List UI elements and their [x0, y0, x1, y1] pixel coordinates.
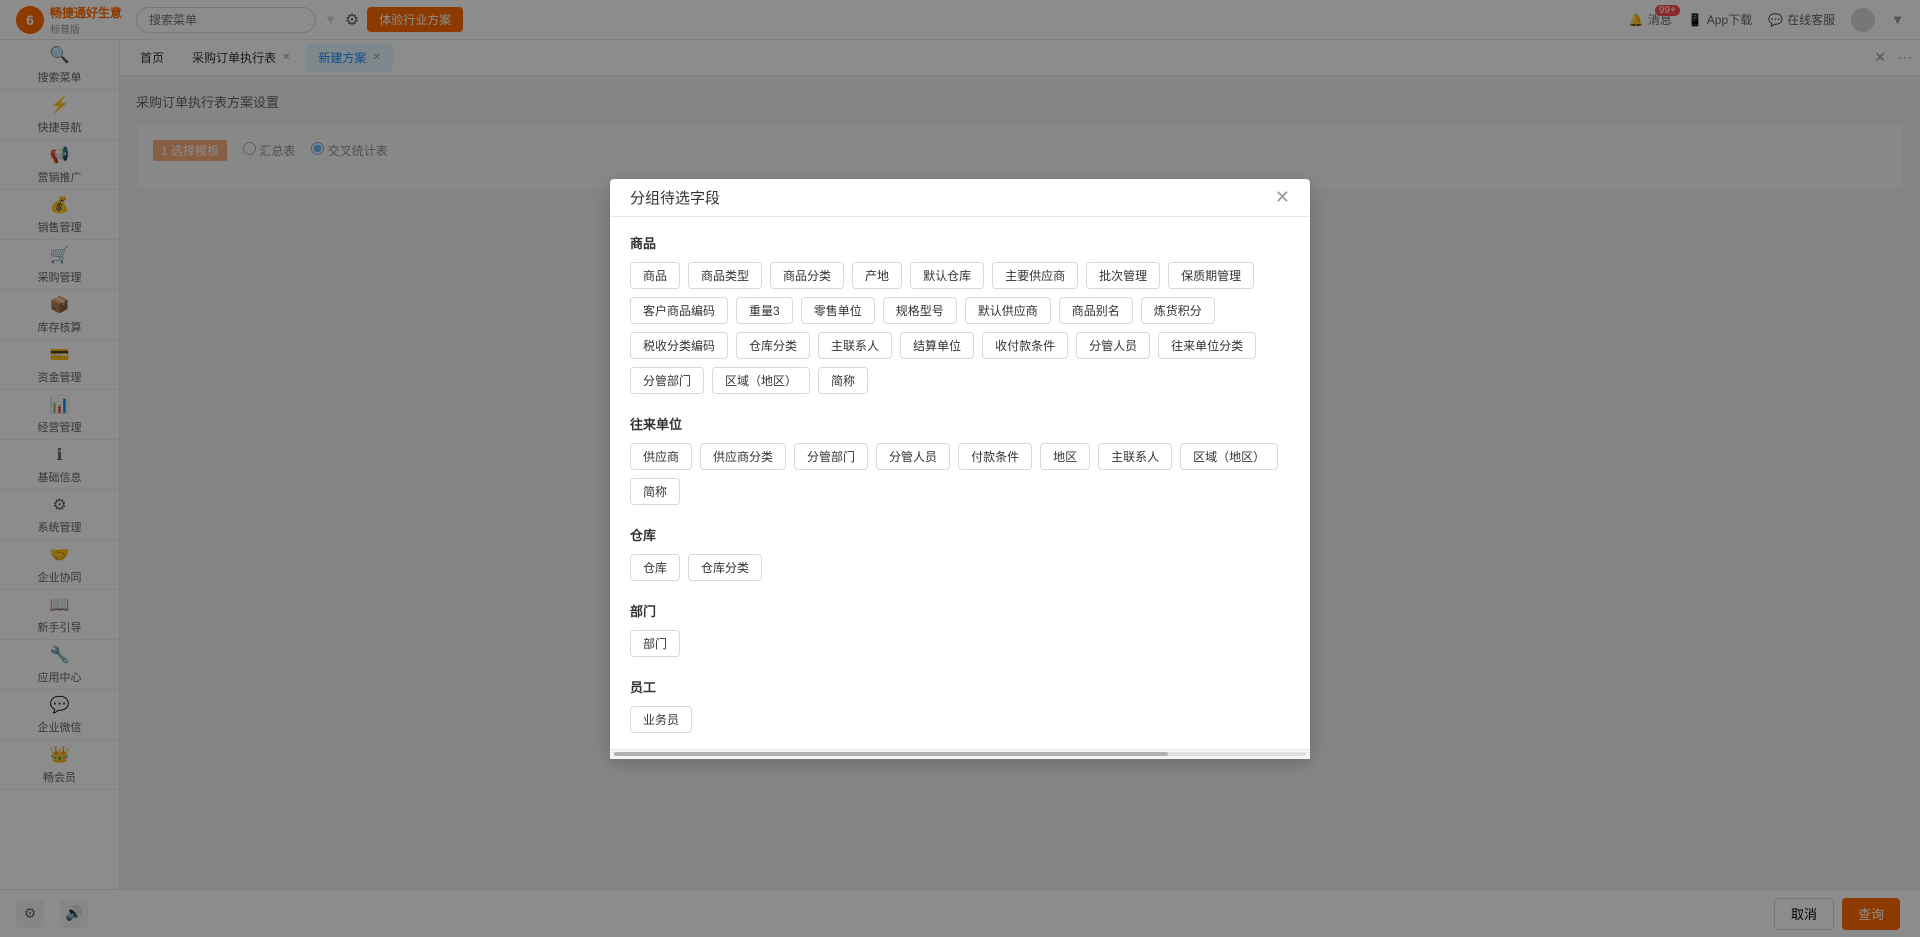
field-tags-employee: 业务员	[630, 706, 1290, 733]
field-tag-付款条件[interactable]: 付款条件	[958, 443, 1032, 470]
field-tag-产地[interactable]: 产地	[852, 262, 902, 289]
section-department: 部门部门	[630, 601, 1290, 657]
field-tag-地区[interactable]: 地区	[1040, 443, 1090, 470]
field-tag-区域（地区）[interactable]: 区域（地区）	[712, 367, 810, 394]
field-tag-税收分类编码[interactable]: 税收分类编码	[630, 332, 728, 359]
field-tag-简称[interactable]: 简称	[630, 478, 680, 505]
field-tag-仓库分类[interactable]: 仓库分类	[688, 554, 762, 581]
field-tag-主要供应商[interactable]: 主要供应商	[992, 262, 1078, 289]
field-tag-分管部门[interactable]: 分管部门	[794, 443, 868, 470]
field-tag-主联系人[interactable]: 主联系人	[818, 332, 892, 359]
field-tag-仓库[interactable]: 仓库	[630, 554, 680, 581]
field-tag-零售单位[interactable]: 零售单位	[801, 297, 875, 324]
modal-overlay: 分组待选字段 ✕ 商品商品商品类型商品分类产地默认仓库主要供应商批次管理保质期管…	[0, 0, 1920, 937]
modal-body[interactable]: 商品商品商品类型商品分类产地默认仓库主要供应商批次管理保质期管理客户商品编码重量…	[610, 217, 1310, 749]
field-tag-供应商分类[interactable]: 供应商分类	[700, 443, 786, 470]
field-tag-重量3[interactable]: 重量3	[736, 297, 793, 324]
field-tag-仓库分类[interactable]: 仓库分类	[736, 332, 810, 359]
modal-header: 分组待选字段 ✕	[610, 179, 1310, 217]
field-tag-炼货积分[interactable]: 炼货积分	[1141, 297, 1215, 324]
field-tag-往来单位分类[interactable]: 往来单位分类	[1158, 332, 1256, 359]
field-tags-partner: 供应商供应商分类分管部门分管人员付款条件地区主联系人区域（地区） 简称	[630, 443, 1290, 505]
section-title-partner: 往来单位	[630, 414, 1290, 433]
field-tag-客户商品编码[interactable]: 客户商品编码	[630, 297, 728, 324]
section-partner: 往来单位供应商供应商分类分管部门分管人员付款条件地区主联系人区域（地区） 简称	[630, 414, 1290, 505]
section-title-employee: 员工	[630, 677, 1290, 696]
field-tags-department: 部门	[630, 630, 1290, 657]
modal-title: 分组待选字段	[630, 187, 720, 208]
field-tag-默认供应商[interactable]: 默认供应商	[965, 297, 1051, 324]
section-title-goods: 商品	[630, 233, 1290, 252]
field-tag-商品类型[interactable]: 商品类型	[688, 262, 762, 289]
section-title-warehouse: 仓库	[630, 525, 1290, 544]
field-tag-默认仓库[interactable]: 默认仓库	[910, 262, 984, 289]
modal-close-btn[interactable]: ✕	[1275, 188, 1290, 206]
section-goods: 商品商品商品类型商品分类产地默认仓库主要供应商批次管理保质期管理客户商品编码重量…	[630, 233, 1290, 394]
field-select-modal: 分组待选字段 ✕ 商品商品商品类型商品分类产地默认仓库主要供应商批次管理保质期管…	[610, 179, 1310, 759]
field-tag-分管人员[interactable]: 分管人员	[876, 443, 950, 470]
field-tags-warehouse: 仓库仓库分类	[630, 554, 1290, 581]
field-tag-分管部门[interactable]: 分管部门	[630, 367, 704, 394]
field-tag-供应商[interactable]: 供应商	[630, 443, 692, 470]
field-tag-商品[interactable]: 商品	[630, 262, 680, 289]
field-tag-业务员[interactable]: 业务员	[630, 706, 692, 733]
section-warehouse: 仓库仓库仓库分类	[630, 525, 1290, 581]
field-tag-保质期管理[interactable]: 保质期管理	[1168, 262, 1254, 289]
field-tag-批次管理[interactable]: 批次管理	[1086, 262, 1160, 289]
field-tag-商品分类[interactable]: 商品分类	[770, 262, 844, 289]
field-tag-简称[interactable]: 简称	[818, 367, 868, 394]
field-tag-部门[interactable]: 部门	[630, 630, 680, 657]
section-employee: 员工业务员	[630, 677, 1290, 733]
field-tag-主联系人[interactable]: 主联系人	[1098, 443, 1172, 470]
field-tag-结算单位[interactable]: 结算单位	[900, 332, 974, 359]
field-tags-goods: 商品商品类型商品分类产地默认仓库主要供应商批次管理保质期管理客户商品编码重量3 零…	[630, 262, 1290, 394]
field-tag-分管人员[interactable]: 分管人员	[1076, 332, 1150, 359]
section-title-department: 部门	[630, 601, 1290, 620]
field-tag-商品别名[interactable]: 商品别名	[1059, 297, 1133, 324]
field-tag-收付款条件[interactable]: 收付款条件	[982, 332, 1068, 359]
modal-hscrollbar[interactable]	[610, 749, 1310, 759]
field-tag-区域（地区）[interactable]: 区域（地区）	[1180, 443, 1278, 470]
field-tag-规格型号[interactable]: 规格型号	[883, 297, 957, 324]
